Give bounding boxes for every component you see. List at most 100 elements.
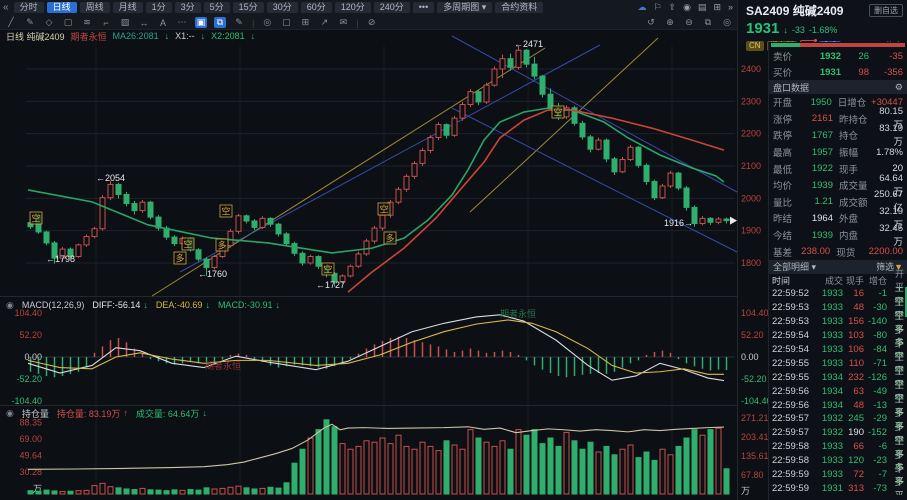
svg-text:69.00: 69.00 bbox=[19, 434, 42, 444]
shape-tool-icon[interactable]: ◇ bbox=[43, 17, 55, 28]
tab-分时[interactable]: 分时 bbox=[13, 2, 44, 13]
tab-月线[interactable]: 月线 bbox=[112, 2, 143, 13]
pattern-tool-icon[interactable]: ▨ bbox=[119, 17, 131, 28]
tab-1分[interactable]: 1分 bbox=[145, 2, 172, 13]
tick-table[interactable]: 22:59:52 1933 16 -1 空平 22:59:53 1933 48 -30 空平 22:… bbox=[769, 286, 907, 495]
tab-•••[interactable]: ••• bbox=[412, 2, 435, 13]
price-change: -33 bbox=[791, 25, 805, 35]
svg-text:期者永恒: 期者永恒 bbox=[205, 360, 241, 371]
quote-row: 跌停 1767 持仓 83.19万 bbox=[773, 122, 903, 148]
tab-3分[interactable]: 3分 bbox=[174, 2, 201, 13]
clone-tool-icon[interactable]: ⧉ bbox=[214, 17, 226, 28]
clear-drawings-icon[interactable]: ⊘ bbox=[366, 17, 378, 28]
svg-text:2100: 2100 bbox=[741, 161, 761, 171]
grid-layout-icon[interactable]: ⊞ bbox=[713, 2, 721, 13]
svg-text:1900: 1900 bbox=[741, 226, 761, 236]
quote-row: 基差 238.00 现货 2200.00 bbox=[773, 246, 903, 259]
svg-text:空: 空 bbox=[31, 213, 40, 224]
zoom-out-icon[interactable]: ⊖ bbox=[683, 17, 695, 28]
x1-label: X1:-- bbox=[175, 31, 195, 41]
svg-text:-52.20: -52.20 bbox=[741, 374, 767, 384]
quote-panel: 卖价 1932 26 -35 买价 1931 98 -356 盘口数据 ⚙ 开盘 1950… bbox=[768, 42, 907, 500]
svg-text:←1727: ←1727 bbox=[316, 280, 345, 290]
share-icon[interactable]: ↗ bbox=[318, 17, 330, 28]
tab-60分[interactable]: 60分 bbox=[300, 2, 332, 13]
collapse-left-icon[interactable]: « bbox=[3, 2, 9, 13]
tick-col-3[interactable]: 增仓 bbox=[864, 274, 887, 287]
bid-ask-ratio-bar bbox=[771, 43, 905, 47]
gann-tool-icon[interactable]: ⌐ bbox=[100, 18, 112, 28]
down-arrow-icon: ↓ bbox=[164, 31, 170, 41]
zoom-in-icon[interactable]: ⊕ bbox=[664, 17, 676, 28]
svg-text:52.20: 52.20 bbox=[19, 330, 42, 340]
more-tools-icon[interactable]: ⋯ bbox=[176, 17, 188, 28]
svg-text:2000: 2000 bbox=[741, 193, 761, 203]
open-interest-value: 持仓量: 83.19万 bbox=[56, 408, 121, 419]
tick-col-2[interactable]: 现手 bbox=[843, 274, 864, 287]
tab-15分[interactable]: 15分 bbox=[232, 2, 264, 13]
svg-text:67.80: 67.80 bbox=[741, 470, 764, 480]
down-arrow-icon: ↓ bbox=[143, 300, 148, 310]
strategy-label: 期者永恒 bbox=[70, 31, 107, 42]
toolbar-right-icons: ☁ ⚐ ⇧ ◉ ▤ ⊞ » bbox=[637, 2, 733, 13]
target-icon[interactable]: ◎ bbox=[721, 17, 733, 28]
svg-text:135.61: 135.61 bbox=[741, 451, 769, 461]
eye-icon[interactable]: ◎ bbox=[261, 17, 273, 28]
top-toolbar: « 分时 日线 周线 月线 1分 3分 5分 15分 30分 60分 120分 240分 ••• 多周期图… bbox=[0, 0, 737, 30]
upload-icon[interactable]: ⇧ bbox=[669, 2, 677, 13]
tick-col-0[interactable]: 时间 bbox=[772, 274, 816, 287]
sep: | bbox=[356, 17, 359, 28]
brush-tool-icon[interactable]: ▣ bbox=[195, 17, 207, 28]
layers-icon[interactable]: ▤ bbox=[698, 2, 707, 13]
quote-row: 今结 1939 内盘 32.45万 bbox=[773, 222, 903, 248]
svg-text:←1798: ←1798 bbox=[46, 254, 75, 264]
period-tabs: 分时 日线 周线 月线 1分 3分 5分 15分 30分 60分 120分 240分 ••• 多周期图 ▾… bbox=[13, 2, 544, 13]
tick-row[interactable]: 22:59:591931313-73多平 bbox=[769, 477, 907, 495]
macd-title[interactable]: MACD(12,26,9) bbox=[22, 300, 85, 310]
volume-settings-icon[interactable]: ◉ bbox=[6, 408, 14, 419]
quote-grid: 开盘 1950 日增仓 +30447 涨停 2161 昨持仓 80.15万 跌停 1767 持仓 83… bbox=[769, 94, 907, 260]
svg-text:空: 空 bbox=[553, 107, 562, 118]
collapse-panel-icon[interactable]: » bbox=[728, 2, 733, 13]
tick-col-1[interactable]: 成交 bbox=[816, 274, 843, 287]
ask-row[interactable]: 卖价 1932 26 -35 bbox=[769, 48, 907, 64]
price-change-pct: -1.68% bbox=[808, 25, 838, 35]
bell-icon[interactable]: ⚐ bbox=[653, 2, 661, 13]
diff-value: DIFF:-56.14 bbox=[92, 300, 141, 310]
tab-多周期图 ▾[interactable]: 多周期图 ▾ bbox=[437, 2, 493, 13]
measure-tool-icon[interactable]: ↔ bbox=[138, 18, 150, 28]
copy-window-icon[interactable]: ⧉ bbox=[702, 17, 714, 28]
svg-text:104.40: 104.40 bbox=[741, 308, 769, 318]
comment-icon[interactable]: ✉ bbox=[337, 17, 349, 28]
volume-panel-title[interactable]: 持仓量 bbox=[22, 407, 49, 420]
grid-icon[interactable]: ⊞ bbox=[299, 17, 311, 28]
tab-30分[interactable]: 30分 bbox=[266, 2, 298, 13]
undo-icon[interactable]: ↺ bbox=[645, 17, 657, 28]
camera-icon[interactable]: ◉ bbox=[683, 2, 691, 13]
tab-合约资料[interactable]: 合约资料 bbox=[495, 2, 544, 13]
macd-settings-icon[interactable]: ◉ bbox=[6, 300, 14, 311]
tab-周线[interactable]: 周线 bbox=[79, 2, 110, 13]
svg-text:1800: 1800 bbox=[741, 258, 761, 268]
cloud-sync-icon[interactable]: ☁ bbox=[637, 2, 646, 13]
tab-240分[interactable]: 240分 bbox=[373, 2, 410, 13]
trading-terminal-window: 2400 2300 2200 2100 2000 1900 1800 104.40 104.40… bbox=[0, 0, 907, 500]
tab-120分[interactable]: 120分 bbox=[334, 2, 371, 13]
snapshot-icon[interactable]: ▢ bbox=[280, 17, 292, 28]
drawing-toolbar: ╱ ✎ ◇ ▢ ≋ ⌐ ▨ ↔ A ⋯ ▣ ⧉ ✎ | ◎ ▢ ⊞ ↗ ✉ | ⊘ bbox=[0, 15, 737, 30]
pencil-tool-icon[interactable]: ✎ bbox=[24, 17, 36, 28]
watchlist-button[interactable]: 删自选 bbox=[869, 4, 903, 17]
trendline-tool-icon[interactable]: ╱ bbox=[5, 17, 17, 28]
detail-dropdown[interactable]: 全部明细 ▾ bbox=[773, 260, 816, 273]
tab-5分[interactable]: 5分 bbox=[203, 2, 230, 13]
bid-row[interactable]: 买价 1931 98 -356 bbox=[769, 64, 907, 80]
macd-header: ◉ MACD(12,26,9) DIFF:-56.14 ↓ DEA:-40.69… bbox=[6, 299, 280, 311]
tab-日线[interactable]: 日线 bbox=[46, 2, 77, 13]
gear-icon[interactable]: ⚙ bbox=[895, 82, 903, 93]
rect-tool-icon[interactable]: ▢ bbox=[62, 17, 74, 28]
svg-text:-104.40: -104.40 bbox=[11, 396, 42, 406]
edit-tool-icon[interactable]: ✎ bbox=[233, 17, 245, 28]
text-tool-icon[interactable]: A bbox=[157, 18, 169, 28]
volume-value: 成交量: 64.64万 bbox=[135, 408, 200, 419]
wave-tool-icon[interactable]: ≋ bbox=[81, 17, 93, 28]
